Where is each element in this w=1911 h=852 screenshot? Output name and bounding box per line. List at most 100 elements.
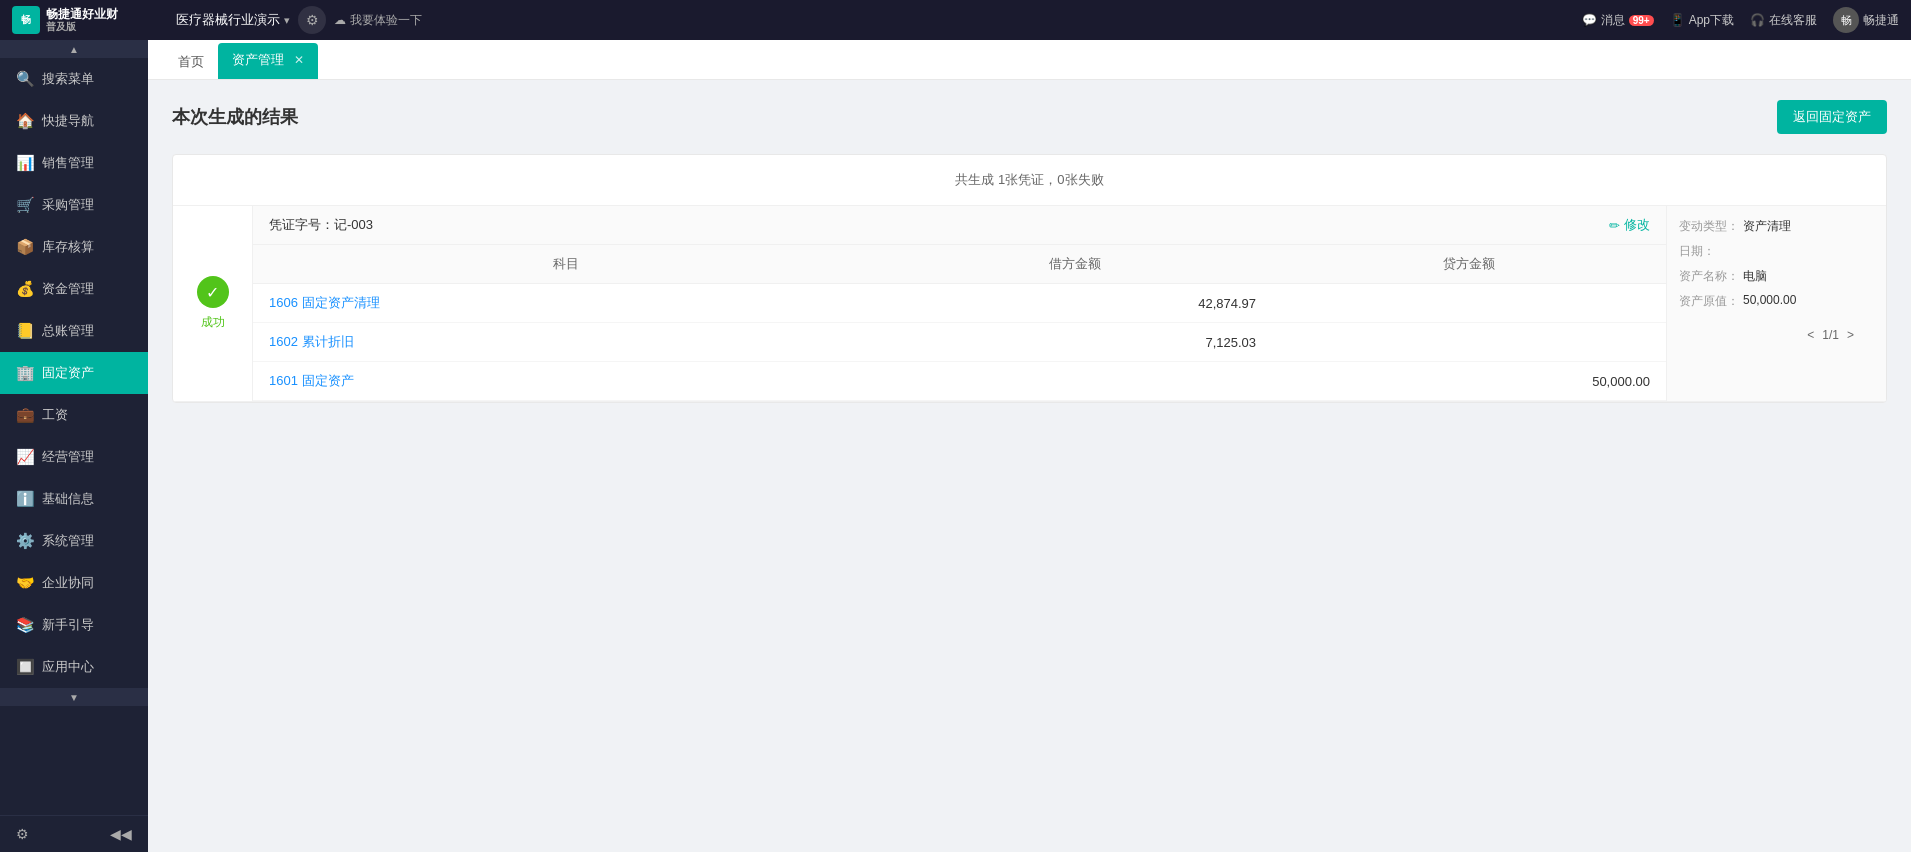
original-value-row: 资产原值： 50,000.00: [1679, 293, 1874, 310]
sidebar-item-ledger[interactable]: 📒 总账管理: [0, 310, 148, 352]
logo-area: 畅 畅捷通好业财 普及版: [12, 6, 160, 34]
sidebar-label-funds: 资金管理: [42, 280, 94, 298]
sidebar-label-purchase: 采购管理: [42, 196, 94, 214]
tab-bar: 首页 资产管理 ✕: [148, 40, 1911, 80]
avatar: 畅: [1833, 7, 1859, 33]
service-icon: 🎧: [1750, 13, 1765, 27]
search-icon: 🔍: [16, 70, 34, 88]
app-download-btn[interactable]: 📱 App下载: [1670, 12, 1734, 29]
sidebar-settings-icon[interactable]: ⚙: [16, 826, 29, 842]
sidebar-item-basic-info[interactable]: ℹ️ 基础信息: [0, 478, 148, 520]
debit-1601: [878, 362, 1272, 401]
sidebar-label-basic-info: 基础信息: [42, 490, 94, 508]
app-center-icon: 🔲: [16, 658, 34, 676]
sidebar-item-inventory[interactable]: 📦 库存核算: [0, 226, 148, 268]
sidebar-item-sales[interactable]: 📊 销售管理: [0, 142, 148, 184]
sidebar-item-purchase[interactable]: 🛒 采购管理: [0, 184, 148, 226]
sidebar-label-fixed-assets: 固定资产: [42, 364, 94, 382]
subject-link-1602[interactable]: 1602 累计折旧: [269, 334, 354, 349]
sidebar-label-inventory: 库存核算: [42, 238, 94, 256]
col-header-debit: 借方金额: [878, 245, 1272, 284]
subject-link-1606[interactable]: 1606 固定资产清理: [269, 295, 380, 310]
sidebar-item-fixed-assets[interactable]: 🏢 固定资产: [0, 352, 148, 394]
col-header-credit: 贷方金额: [1272, 245, 1666, 284]
online-service-btn[interactable]: 🎧 在线客服: [1750, 12, 1817, 29]
col-header-subject: 科目: [253, 245, 878, 284]
trial-btn[interactable]: ☁ 我要体验一下: [334, 12, 422, 29]
return-fixed-assets-button[interactable]: 返回固定资产: [1777, 100, 1887, 134]
sidebar-scroll-up[interactable]: ▲: [0, 40, 148, 58]
header-center: 医疗器械行业演示 ▾ ⚙ ☁ 我要体验一下: [160, 6, 1582, 34]
sidebar-item-system[interactable]: ⚙️ 系统管理: [0, 520, 148, 562]
pagination-next[interactable]: >: [1847, 328, 1854, 342]
message-btn[interactable]: 💬 消息 99+: [1582, 12, 1654, 29]
voucher-header: 凭证字号：记-003 ✏ 修改: [253, 206, 1666, 245]
logo-title: 畅捷通好业财: [46, 7, 118, 21]
funds-icon: 💰: [16, 280, 34, 298]
company-selector[interactable]: 医疗器械行业演示 ▾: [176, 11, 290, 29]
header-right: 💬 消息 99+ 📱 App下载 🎧 在线客服 畅 畅捷通: [1582, 7, 1899, 33]
change-type-value: 资产清理: [1743, 218, 1791, 235]
sidebar-label-app-center: 应用中心: [42, 658, 94, 676]
debit-1602: 7,125.03: [878, 323, 1272, 362]
sidebar-item-search[interactable]: 🔍 搜索菜单: [0, 58, 148, 100]
tab-asset-management[interactable]: 资产管理 ✕: [218, 43, 318, 79]
voucher-number: 凭证字号：记-003: [269, 216, 373, 234]
edit-icon: ✏: [1609, 218, 1620, 233]
logo-subtitle: 普及版: [46, 21, 118, 33]
asset-name-label: 资产名称：: [1679, 268, 1739, 285]
pagination-info: 1/1: [1822, 328, 1839, 342]
user-menu[interactable]: 畅 畅捷通: [1833, 7, 1899, 33]
status-text: 成功: [201, 314, 225, 331]
subject-link-1601[interactable]: 1601 固定资产: [269, 373, 354, 388]
credit-1601: 50,000.00: [1272, 362, 1666, 401]
company-name: 医疗器械行业演示: [176, 11, 280, 29]
asset-name-row: 资产名称： 电脑: [1679, 268, 1874, 285]
sidebar-label-guide: 新手引导: [42, 616, 94, 634]
original-value-label: 资产原值：: [1679, 293, 1739, 310]
sidebar-item-payroll[interactable]: 💼 工资: [0, 394, 148, 436]
basic-info-icon: ℹ️: [16, 490, 34, 508]
sidebar-bottom: ⚙ ◀◀: [0, 815, 148, 852]
date-row: 日期：: [1679, 243, 1874, 260]
pagination-prev[interactable]: <: [1807, 328, 1814, 342]
inventory-icon: 📦: [16, 238, 34, 256]
sidebar-label-management: 经营管理: [42, 448, 94, 466]
sidebar-item-funds[interactable]: 💰 资金管理: [0, 268, 148, 310]
sidebar-label-quick-nav: 快捷导航: [42, 112, 94, 130]
fixed-assets-icon: 🏢: [16, 364, 34, 382]
voucher-table: 科目 借方金额 贷方金额 1606 固定资产清理 42,874.97: [253, 245, 1666, 401]
sidebar-item-app-center[interactable]: 🔲 应用中心: [0, 646, 148, 688]
table-row: 1602 累计折旧 7,125.03: [253, 323, 1666, 362]
sidebar-collapse-icon[interactable]: ◀◀: [110, 826, 132, 842]
sidebar-scroll-down[interactable]: ▼: [0, 688, 148, 706]
sidebar-item-enterprise[interactable]: 🤝 企业协同: [0, 562, 148, 604]
sidebar-label-system: 系统管理: [42, 532, 94, 550]
change-type-label: 变动类型：: [1679, 218, 1739, 235]
enterprise-icon: 🤝: [16, 574, 34, 592]
cloud-icon: ☁: [334, 13, 346, 27]
sidebar-item-quick-nav[interactable]: 🏠 快捷导航: [0, 100, 148, 142]
message-icon: 💬: [1582, 13, 1597, 27]
ledger-icon: 📒: [16, 322, 34, 340]
table-row: 1601 固定资产 50,000.00: [253, 362, 1666, 401]
purchase-icon: 🛒: [16, 196, 34, 214]
sidebar-label-payroll: 工资: [42, 406, 68, 424]
sidebar-item-guide[interactable]: 📚 新手引导: [0, 604, 148, 646]
page-header-row: 本次生成的结果 返回固定资产: [172, 100, 1887, 134]
table-row: 1606 固定资产清理 42,874.97: [253, 284, 1666, 323]
status-column: ✓ 成功: [173, 206, 253, 401]
sidebar-label-enterprise: 企业协同: [42, 574, 94, 592]
change-type-row: 变动类型： 资产清理: [1679, 218, 1874, 235]
top-header: 畅 畅捷通好业财 普及版 医疗器械行业演示 ▾ ⚙ ☁ 我要体验一下 💬 消息 …: [0, 0, 1911, 40]
asset-name-value: 电脑: [1743, 268, 1767, 285]
tab-home[interactable]: 首页: [164, 45, 218, 79]
sidebar: ▲ 🔍 搜索菜单 🏠 快捷导航 📊 销售管理 🛒 采购管理 📦 库存核算 💰 资…: [0, 40, 148, 852]
pagination-row: < 1/1 >: [1679, 318, 1874, 352]
tab-close-icon[interactable]: ✕: [294, 53, 304, 67]
result-summary: 共生成 1张凭证，0张失败: [173, 155, 1886, 206]
settings-icon-btn[interactable]: ⚙: [298, 6, 326, 34]
logo-icon: 畅: [12, 6, 40, 34]
sidebar-item-management[interactable]: 📈 经营管理: [0, 436, 148, 478]
edit-button[interactable]: ✏ 修改: [1609, 216, 1650, 234]
